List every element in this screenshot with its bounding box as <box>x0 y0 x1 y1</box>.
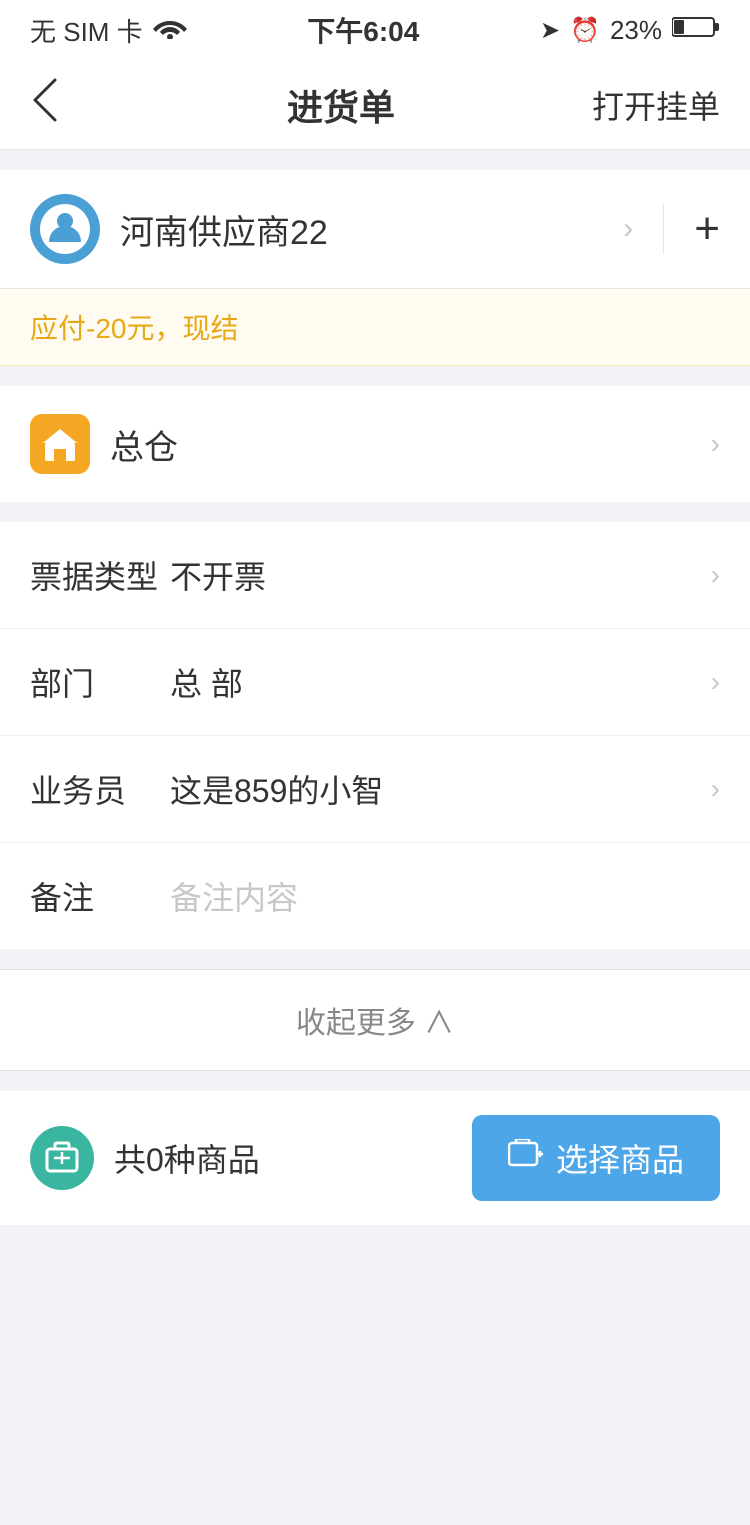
remark-input[interactable]: 备注内容 <box>170 873 720 919</box>
page-title: 进货单 <box>287 79 395 131</box>
collapse-button[interactable]: 收起更多 ∧ <box>0 969 750 1071</box>
collapse-label: 收起更多 ∧ <box>296 998 454 1042</box>
department-value: 总 部 <box>170 659 711 705</box>
notice-bar: 应付-20元，现结 <box>0 289 750 366</box>
supplier-avatar <box>30 194 100 264</box>
status-bar: 无 SIM 卡 下午6:04 ➤ ⏰ 23% <box>0 0 750 60</box>
status-left: 无 SIM 卡 <box>30 12 187 49</box>
select-product-label: 选择商品 <box>556 1135 684 1181</box>
person-icon <box>47 208 83 251</box>
battery-label: 23% <box>610 15 662 46</box>
supplier-name: 河南供应商22 <box>120 205 623 254</box>
form-row-department[interactable]: 部门 总 部 › <box>0 629 750 736</box>
open-pending-button[interactable]: 打开挂单 <box>592 82 720 128</box>
time-label: 下午6:04 <box>307 10 419 50</box>
notice-text: 应付-20元，现结 <box>30 313 238 344</box>
warehouse-chevron-icon: › <box>711 428 720 460</box>
select-product-button[interactable]: 选择商品 <box>472 1115 720 1201</box>
rest-area <box>0 1225 750 1525</box>
product-count-label: 共0种商品 <box>114 1135 452 1181</box>
form-row-invoice[interactable]: 票据类型 不开票 › <box>0 522 750 629</box>
bottom-bar: 共0种商品 选择商品 <box>0 1091 750 1225</box>
warehouse-section[interactable]: 总仓 › <box>0 386 750 502</box>
wifi-icon <box>153 15 187 46</box>
select-product-icon <box>508 1139 544 1177</box>
department-chevron-icon: › <box>711 666 720 698</box>
supplier-section[interactable]: 河南供应商22 › + <box>0 170 750 289</box>
back-button[interactable] <box>30 75 90 135</box>
supplier-vertical-divider <box>663 204 664 254</box>
nav-bar: 进货单 打开挂单 <box>0 60 750 150</box>
department-label: 部门 <box>30 659 170 705</box>
supplier-chevron-icon: › <box>623 212 633 246</box>
carrier-label: 无 SIM 卡 <box>30 12 143 49</box>
alarm-icon: ⏰ <box>570 16 600 45</box>
invoice-value: 不开票 <box>170 552 711 598</box>
product-icon <box>30 1126 94 1190</box>
invoice-label: 票据类型 <box>30 552 170 598</box>
invoice-chevron-icon: › <box>711 559 720 591</box>
salesperson-value: 这是859的小智 <box>170 766 711 812</box>
top-divider <box>0 150 750 170</box>
warehouse-icon <box>30 414 90 474</box>
form-row-salesperson[interactable]: 业务员 这是859的小智 › <box>0 736 750 843</box>
status-right: ➤ ⏰ 23% <box>540 15 720 46</box>
salesperson-chevron-icon: › <box>711 773 720 805</box>
warehouse-name: 总仓 <box>110 420 711 469</box>
salesperson-label: 业务员 <box>30 766 170 812</box>
add-supplier-button[interactable]: + <box>694 207 720 251</box>
form-row-remark[interactable]: 备注 备注内容 <box>0 843 750 949</box>
remark-label: 备注 <box>30 873 170 919</box>
battery-icon <box>672 15 720 46</box>
form-section: 票据类型 不开票 › 部门 总 部 › 业务员 这是859的小智 › 备注 备注… <box>0 522 750 949</box>
location-icon: ➤ <box>540 16 560 45</box>
